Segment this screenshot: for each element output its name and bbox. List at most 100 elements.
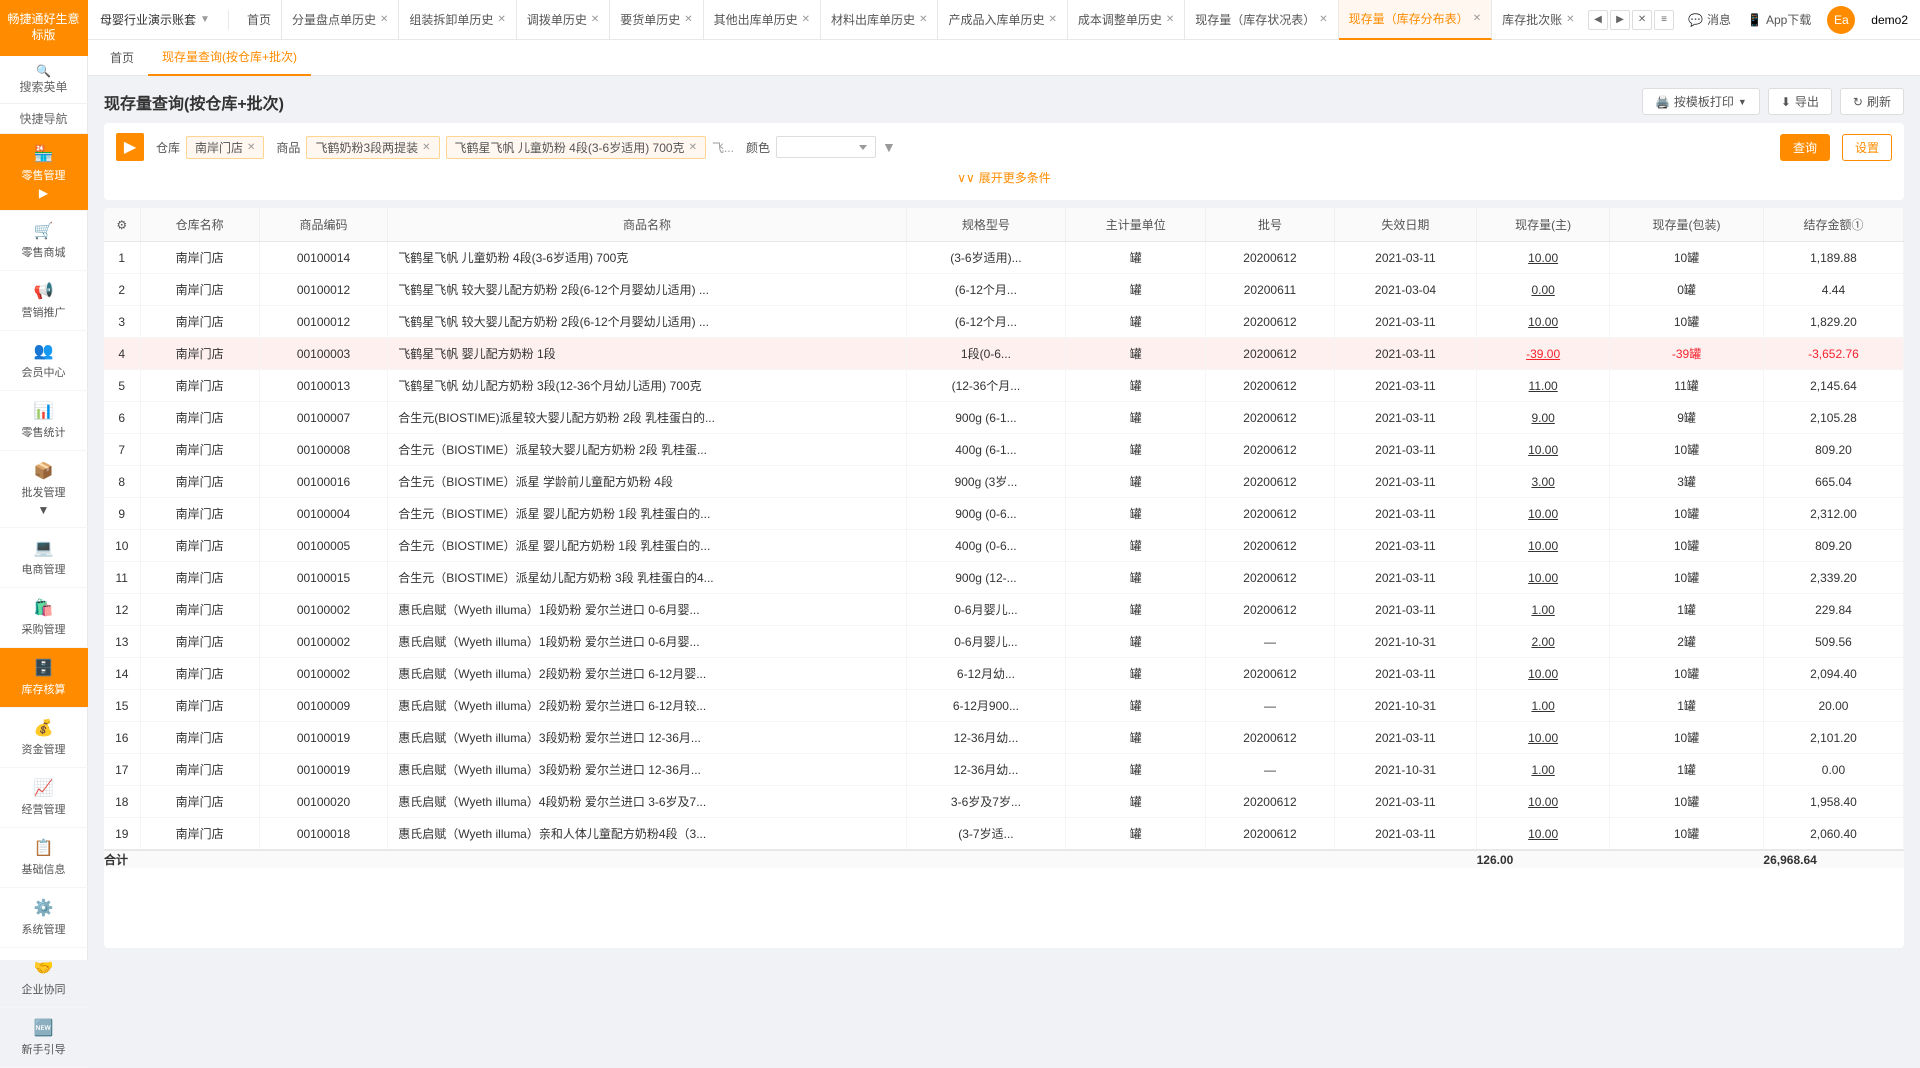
row-qty-main[interactable]: 10.00 [1477,562,1610,594]
row-qty-main[interactable]: 10.00 [1477,242,1610,274]
settings-button[interactable]: 设置 [1842,134,1892,161]
row-qty-main[interactable]: 1.00 [1477,690,1610,722]
tab-menu-button[interactable]: ≡ [1654,10,1674,30]
row-qty-main[interactable]: 10.00 [1477,498,1610,530]
tab-close-icon[interactable]: ✕ [1166,14,1174,25]
product-tag-more[interactable]: 飞... [712,139,734,156]
tab-close-icon[interactable]: ✕ [1566,14,1574,25]
tab-inventory-dist[interactable]: 现存量（库存分布表） ✕ [1339,0,1492,40]
row-qty-main[interactable]: 10.00 [1477,786,1610,818]
row-warehouse: 南岸门店 [140,306,259,338]
messages-button[interactable]: 💬 消息 [1688,11,1731,28]
row-code: 00100004 [259,498,388,530]
tab-close-icon[interactable]: ✕ [684,14,692,25]
row-qty-main[interactable]: 1.00 [1477,594,1610,626]
account-title[interactable]: 母婴行业演示账套 ▼ [100,11,220,28]
row-qty-main[interactable]: 10.00 [1477,434,1610,466]
filter-expand-toggle[interactable]: ▶ [116,133,144,161]
row-qty-main[interactable]: 0.00 [1477,274,1610,306]
tab-close-icon[interactable]: ✕ [1048,14,1056,25]
row-warehouse: 南岸门店 [140,786,259,818]
sidebar-item-finance[interactable]: 💰 资金管理 [0,708,88,768]
row-unit: 罐 [1066,338,1206,370]
table-footer-row: 合计 126.00 26,968.64 [104,850,1904,868]
row-qty-main[interactable]: 10.00 [1477,658,1610,690]
tab-product-in[interactable]: 产成品入库单历史 ✕ [938,0,1067,40]
sidebar-item-shop[interactable]: 🛒 零售商城 [0,211,88,271]
user-avatar[interactable]: Ea [1827,6,1855,34]
inventory-icon: 🗄️ [34,658,54,678]
sidebar-item-label: 营销推广 [22,304,66,320]
column-settings-icon[interactable]: ⚙ [116,218,127,232]
expand-conditions-button[interactable]: ∨∨ 展开更多条件 [957,165,1051,190]
warehouse-tag: 南岸门店 ✕ [186,136,264,159]
row-qty-main[interactable]: 10.00 [1477,722,1610,754]
footer-qty-main: 126.00 [1477,850,1610,868]
row-qty-main[interactable]: 3.00 [1477,466,1610,498]
row-expiry: 2021-10-31 [1334,690,1476,722]
sidebar-item-basic[interactable]: 📋 基础信息 [0,828,88,888]
tab-close-icon[interactable]: ✕ [1319,14,1327,25]
product-tag-close-1[interactable]: ✕ [689,142,697,153]
sidebar-item-member[interactable]: 👥 会员中心 [0,331,88,391]
color-select[interactable] [776,136,876,158]
subnav-inventory-query[interactable]: 现存量查询(按仓库+批次) [148,40,311,76]
sidebar-item-stats[interactable]: 📊 零售统计 [0,391,88,451]
tab-material-out[interactable]: 材料出库单历史 ✕ [821,0,938,40]
sidebar-item-retail[interactable]: 🏪 零售管理 ▶ [0,134,88,211]
sidebar-item-inventory[interactable]: 🗄️ 库存核算 [0,648,88,708]
tab-home[interactable]: 首页 [237,0,282,40]
print-button[interactable]: 🖨️ 按模板打印 ▼ [1642,88,1760,115]
tab-requisition[interactable]: 要货单历史 ✕ [610,0,703,40]
tab-cost-adjust[interactable]: 成本调整单历史 ✕ [1068,0,1185,40]
tab-close-icon[interactable]: ✕ [591,14,599,25]
tab-prev-button[interactable]: ◀ [1588,10,1608,30]
app-download-button[interactable]: 📱 App下载 [1747,11,1811,28]
row-qty-main[interactable]: 10.00 [1477,530,1610,562]
tab-inventory-status[interactable]: 现存量（库存状况表） ✕ [1185,0,1338,40]
tab-close-all-button[interactable]: ✕ [1632,10,1652,30]
sidebar-item-marketing[interactable]: 📢 营销推广 [0,271,88,331]
row-name: 惠氏启赋（Wyeth illuma）1段奶粉 爱尔兰进口 0-6月婴... [388,594,906,626]
tab-other-out[interactable]: 其他出库单历史 ✕ [704,0,821,40]
tab-inventory-batch[interactable]: 库存批次账 ✕ [1492,0,1574,40]
tab-disassemble[interactable]: 组装拆卸单历史 ✕ [399,0,516,40]
basic-icon: 📋 [34,838,54,858]
tab-close-icon[interactable]: ✕ [919,14,927,25]
row-qty-main[interactable]: 2.00 [1477,626,1610,658]
refresh-button[interactable]: ↻ 刷新 [1840,88,1904,115]
query-button[interactable]: 查询 [1780,134,1830,161]
tab-split[interactable]: 分量盘点单历史 ✕ [282,0,399,40]
row-qty-main[interactable]: 10.00 [1477,306,1610,338]
sidebar-search[interactable]: 🔍 搜索英单 [0,56,88,104]
sidebar-item-guide[interactable]: 🆕 新手引导 [0,1008,88,1068]
col-warehouse: 仓库名称 [140,208,259,242]
subnav-home[interactable]: 首页 [96,40,148,76]
tab-close-icon[interactable]: ✕ [1473,13,1481,24]
tab-close-icon[interactable]: ✕ [802,14,810,25]
tab-mix[interactable]: 调拨单历史 ✕ [517,0,610,40]
row-qty-main[interactable]: 10.00 [1477,818,1610,851]
tab-label: 其他出库单历史 [714,11,798,28]
tab-close-icon[interactable]: ✕ [380,14,388,25]
row-qty-main[interactable]: 11.00 [1477,370,1610,402]
warehouse-tag-close[interactable]: ✕ [247,142,255,153]
tab-next-button[interactable]: ▶ [1610,10,1630,30]
page-header: 现存量查询(按仓库+批次) 🖨️ 按模板打印 ▼ ⬇ 导出 ↻ 刷新 [104,88,1904,115]
sidebar-quicknav[interactable]: 快捷导航 [0,104,88,134]
export-button[interactable]: ⬇ 导出 [1768,88,1832,115]
sidebar-item-ops[interactable]: 📈 经营管理 [0,768,88,828]
product-tag-close-0[interactable]: ✕ [422,142,430,153]
sidebar-item-purchase[interactable]: 🛍️ 采购管理 [0,588,88,648]
sidebar-item-corp[interactable]: 🤝 企业协同 [0,948,88,1008]
sidebar-item-ecom[interactable]: 💻 电商管理 [0,528,88,588]
col-settings[interactable]: ⚙ [104,208,140,242]
row-qty-main[interactable]: 1.00 [1477,754,1610,786]
tab-close-icon[interactable]: ✕ [497,14,505,25]
row-no: 14 [104,658,140,690]
sidebar-item-system[interactable]: ⚙️ 系统管理 [0,888,88,948]
row-qty-main[interactable]: 9.00 [1477,402,1610,434]
row-qty-main[interactable]: -39.00 [1477,338,1610,370]
color-dropdown-arrow[interactable]: ▼ [882,139,896,155]
sidebar-item-wholesale[interactable]: 📦 批发管理 ▼ [0,451,88,528]
